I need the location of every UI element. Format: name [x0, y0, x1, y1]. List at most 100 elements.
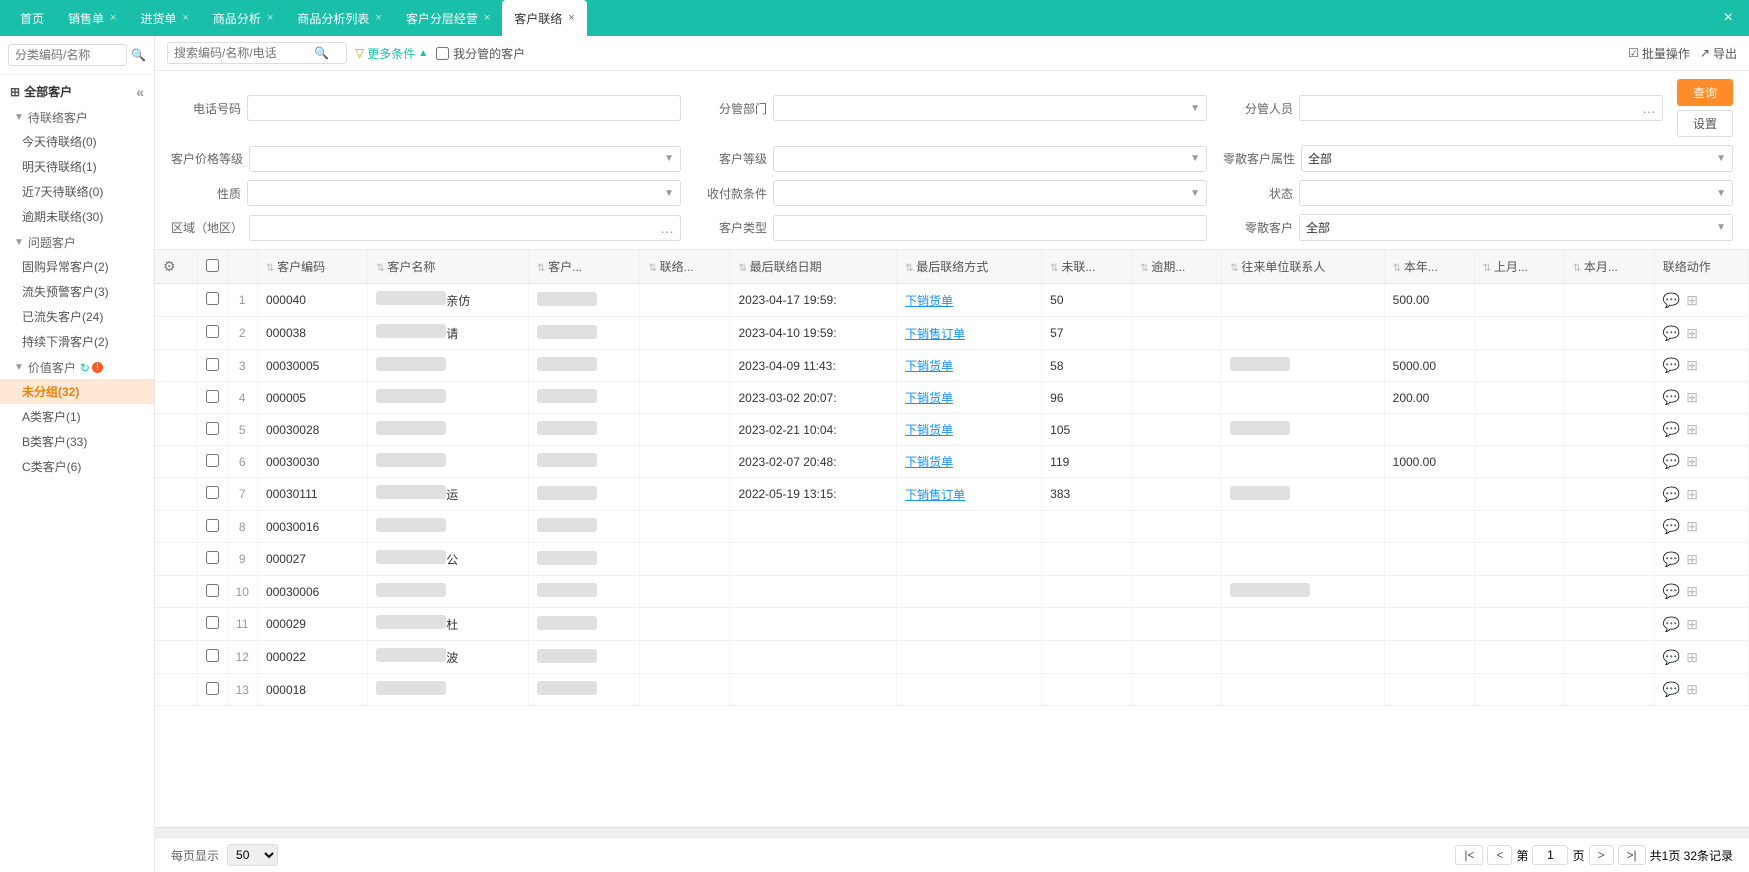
- row-checkbox[interactable]: [206, 649, 219, 662]
- row-checkbox[interactable]: [206, 584, 219, 597]
- sidebar-search-icon[interactable]: 🔍: [131, 48, 146, 62]
- status-input[interactable]: ▼: [1299, 180, 1733, 206]
- grid-action-icon[interactable]: ⊞: [1686, 453, 1698, 470]
- col-last-month[interactable]: 上月...: [1474, 250, 1564, 284]
- grid-action-icon[interactable]: ⊞: [1686, 325, 1698, 342]
- tab-goods-list[interactable]: 商品分析列表 ×: [285, 0, 393, 36]
- col-name[interactable]: 客户名称: [368, 250, 529, 284]
- row-checkbox[interactable]: [206, 422, 219, 435]
- row-checkbox[interactable]: [206, 390, 219, 403]
- comment-icon[interactable]: 💬: [1663, 421, 1680, 438]
- comment-icon[interactable]: 💬: [1663, 616, 1680, 633]
- price-level-input[interactable]: ▼: [249, 146, 681, 172]
- tab-customer-seg-close[interactable]: ×: [484, 12, 490, 24]
- comment-icon[interactable]: 💬: [1663, 389, 1680, 406]
- sidebar-item-declining[interactable]: 持续下滑客户(2): [0, 329, 154, 354]
- dept-input[interactable]: ▼: [773, 95, 1207, 121]
- sidebar-item-class-b[interactable]: B类客户(33): [0, 429, 154, 454]
- sidebar-search-input[interactable]: [8, 44, 127, 66]
- select-all-checkbox[interactable]: [206, 259, 219, 272]
- row-checkbox-cell[interactable]: [197, 414, 227, 446]
- tab-sales-close[interactable]: ×: [110, 12, 116, 24]
- prev-page-btn[interactable]: <: [1487, 845, 1512, 865]
- topbar-close[interactable]: ×: [1716, 9, 1741, 27]
- tab-customer-contact-close[interactable]: ×: [568, 12, 574, 24]
- my-customers-checkbox[interactable]: 我分管的客户: [436, 45, 525, 62]
- grid-action-icon[interactable]: ⊞: [1686, 421, 1698, 438]
- page-size-select[interactable]: 50 100 200: [227, 844, 278, 866]
- col-code[interactable]: 客户编码: [257, 250, 367, 284]
- col-last-date[interactable]: 最后联络日期: [730, 250, 897, 284]
- comment-icon[interactable]: 💬: [1663, 583, 1680, 600]
- row-checkbox[interactable]: [206, 325, 219, 338]
- tab-customer-contact[interactable]: 客户联络 ×: [502, 0, 586, 36]
- nature-input[interactable]: ▼: [247, 180, 681, 206]
- row-checkbox-cell[interactable]: [197, 350, 227, 382]
- tab-purchase[interactable]: 进货单 ×: [128, 0, 200, 36]
- tab-sales[interactable]: 销售单 ×: [56, 0, 128, 36]
- row-checkbox[interactable]: [206, 616, 219, 629]
- more-conditions-btn[interactable]: ▽ 更多条件 ▲: [355, 45, 428, 62]
- all-customers-header[interactable]: ⊞ 全部客户 «: [0, 75, 154, 104]
- tab-customer-seg[interactable]: 客户分层经营 ×: [394, 0, 502, 36]
- sidebar-item-class-c[interactable]: C类客户(6): [0, 454, 154, 479]
- comment-icon[interactable]: 💬: [1663, 518, 1680, 535]
- row-checkbox[interactable]: [206, 454, 219, 467]
- row-checkbox-cell[interactable]: [197, 543, 227, 576]
- sidebar-collapse-btn[interactable]: «: [136, 84, 144, 100]
- grid-action-icon[interactable]: ⊞: [1686, 583, 1698, 600]
- grid-action-icon[interactable]: ⊞: [1686, 649, 1698, 666]
- grid-action-icon[interactable]: ⊞: [1686, 681, 1698, 698]
- col-contact[interactable]: 联络...: [640, 250, 730, 284]
- row-checkbox[interactable]: [206, 358, 219, 371]
- grid-action-icon[interactable]: ⊞: [1686, 292, 1698, 309]
- row-checkbox-cell[interactable]: [197, 317, 227, 350]
- row-checkbox-cell[interactable]: [197, 674, 227, 706]
- col-settings[interactable]: ⚙: [155, 250, 197, 284]
- grid-action-icon[interactable]: ⊞: [1686, 518, 1698, 535]
- grid-action-icon[interactable]: ⊞: [1686, 486, 1698, 503]
- col-this-year[interactable]: 本年...: [1384, 250, 1474, 284]
- batch-op-btn[interactable]: ☑ 批量操作: [1628, 45, 1690, 62]
- reset-btn[interactable]: 设置: [1677, 110, 1733, 137]
- col-this-month[interactable]: 本月...: [1564, 250, 1654, 284]
- sidebar-item-tomorrow[interactable]: 明天待联络(1): [0, 154, 154, 179]
- col-checkbox[interactable]: [197, 250, 227, 284]
- refresh-icon[interactable]: ↻: [80, 361, 90, 375]
- region-input[interactable]: …: [249, 215, 681, 241]
- my-customers-check[interactable]: [436, 47, 449, 60]
- comment-icon[interactable]: 💬: [1663, 357, 1680, 374]
- query-btn[interactable]: 查询: [1677, 79, 1733, 106]
- sidebar-item-7days[interactable]: 近7天待联络(0): [0, 179, 154, 204]
- phone-input[interactable]: [247, 95, 681, 121]
- grid-action-icon[interactable]: ⊞: [1686, 616, 1698, 633]
- row-checkbox-cell[interactable]: [197, 478, 227, 511]
- tab-home[interactable]: 首页: [8, 0, 56, 36]
- sidebar-item-churn-warning[interactable]: 流失预警客户(3): [0, 279, 154, 304]
- row-checkbox-cell[interactable]: [197, 608, 227, 641]
- comment-icon[interactable]: 💬: [1663, 453, 1680, 470]
- first-page-btn[interactable]: |<: [1455, 845, 1483, 865]
- col-no-contact[interactable]: 未联...: [1042, 250, 1132, 284]
- group-pending-contact[interactable]: ▼ 待联络客户: [0, 104, 154, 129]
- col-overdue[interactable]: 逾期...: [1132, 250, 1222, 284]
- row-checkbox-cell[interactable]: [197, 284, 227, 317]
- row-checkbox-cell[interactable]: [197, 446, 227, 478]
- retail-attr-input[interactable]: 全部▼: [1301, 145, 1733, 172]
- tab-goods-list-close[interactable]: ×: [375, 12, 381, 24]
- sidebar-item-abnormal[interactable]: 固购异常客户(2): [0, 254, 154, 279]
- row-checkbox[interactable]: [206, 519, 219, 532]
- row-checkbox[interactable]: [206, 292, 219, 305]
- row-checkbox-cell[interactable]: [197, 382, 227, 414]
- group-problem-customers[interactable]: ▼ 问题客户: [0, 229, 154, 254]
- scrollbar[interactable]: [155, 827, 1749, 837]
- grid-action-icon[interactable]: ⊞: [1686, 357, 1698, 374]
- settings-icon[interactable]: ⚙: [163, 258, 176, 274]
- row-checkbox[interactable]: [206, 551, 219, 564]
- row-checkbox-cell[interactable]: [197, 576, 227, 608]
- export-btn[interactable]: ↗ 导出: [1700, 45, 1737, 62]
- row-checkbox[interactable]: [206, 682, 219, 695]
- sidebar-item-churned[interactable]: 已流失客户(24): [0, 304, 154, 329]
- col-last-method[interactable]: 最后联络方式: [897, 250, 1042, 284]
- customer-type-input[interactable]: [773, 215, 1207, 241]
